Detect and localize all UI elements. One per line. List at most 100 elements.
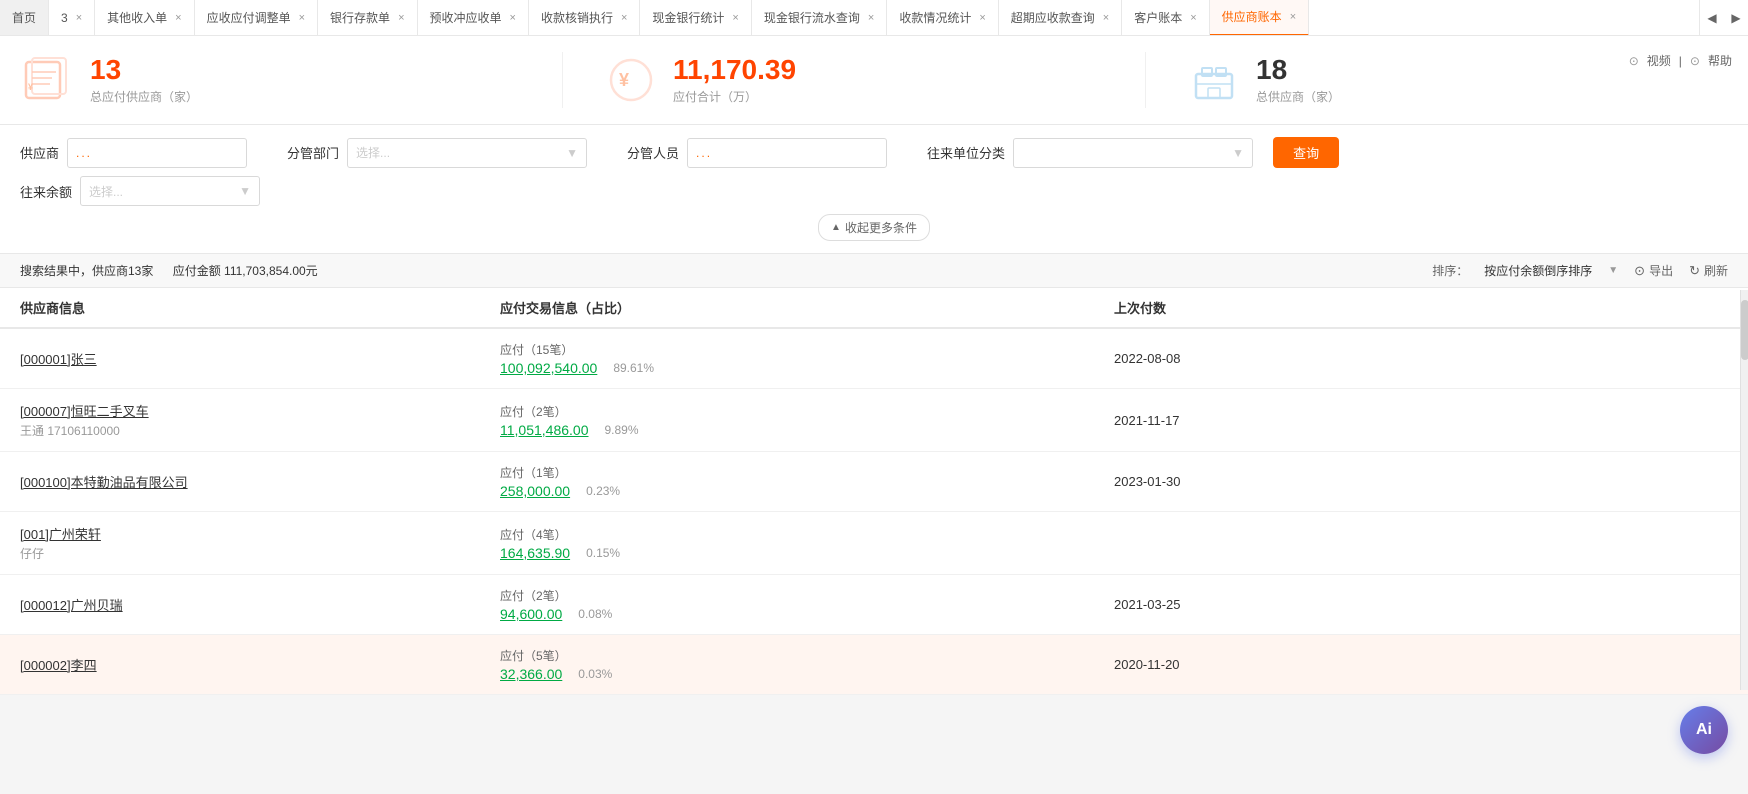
nav-tab-supplier-account[interactable]: 供应商账本 ×: [1210, 0, 1309, 36]
overdue-query-label: 超期应收款查询: [1011, 9, 1095, 26]
nav-tab-home[interactable]: 首页: [0, 0, 49, 36]
dept-placeholder: 选择...: [356, 144, 390, 161]
tx-amount-6[interactable]: 32,366.00: [500, 666, 562, 682]
last-pay-1: 2022-08-08: [1114, 351, 1728, 366]
nav-tab-bank-deposit[interactable]: 银行存款单 ×: [318, 0, 417, 36]
summary-card-ap-amount: ¥ 11,170.39 应付合计（万）: [563, 52, 1146, 108]
tx-amount-3[interactable]: 258,000.00: [500, 483, 570, 499]
help-link[interactable]: 帮助: [1708, 52, 1732, 69]
export-icon: ⊙: [1634, 263, 1645, 279]
ap-suppliers-info: 13 总应付供应商（家）: [90, 56, 198, 105]
nav-tab-receipt-stat[interactable]: 收款情况统计 ×: [887, 0, 998, 36]
close-supplier-account-icon[interactable]: ×: [1290, 11, 1296, 23]
export-button[interactable]: ⊙ 导出: [1634, 262, 1673, 279]
close-tab3-icon[interactable]: ×: [76, 12, 82, 24]
advance-offset-label: 预收冲应收单: [430, 9, 502, 26]
refresh-button[interactable]: ↻ 刷新: [1689, 262, 1728, 279]
dept-filter-select[interactable]: 选择... ▼: [347, 138, 587, 168]
tx-percent-5: 0.08%: [578, 607, 612, 621]
ap-suppliers-icon: ¥: [20, 52, 76, 108]
supplier-info-1: [000001]张三: [20, 349, 500, 368]
supplier-link-3[interactable]: [000100]本特勤油品有限公司: [20, 472, 500, 491]
nav-tab-receipt-exec[interactable]: 收款核销执行 ×: [529, 0, 640, 36]
filter-item-person: 分管人员 ...: [627, 138, 887, 168]
dept-arrow-icon: ▼: [566, 146, 578, 160]
supplier-link-4[interactable]: [001]广州荣轩: [20, 524, 500, 543]
total-suppliers-number: 18: [1256, 56, 1340, 84]
tx-info-5: 应付（2笔） 94,600.00 0.08%: [500, 587, 1114, 622]
table-row: [000002]李四 应付（5笔） 32,366.00 0.03% 2020-1…: [0, 635, 1748, 695]
ap-amount-label: 应付合计（万）: [673, 88, 796, 105]
result-actions: 排序： 按应付余额倒序排序 ▼ ⊙ 导出 ↻ 刷新: [1432, 262, 1728, 279]
nav-tab-customer-account[interactable]: 客户账本 ×: [1122, 0, 1209, 36]
tx-amount-5[interactable]: 94,600.00: [500, 606, 562, 622]
ap-suppliers-label: 总应付供应商（家）: [90, 88, 198, 105]
nav-tab-ap-adjust[interactable]: 应收应付调整单 ×: [195, 0, 318, 36]
supplier-filter-input[interactable]: ...: [67, 138, 247, 168]
close-cash-bank-stat-icon[interactable]: ×: [732, 12, 738, 24]
close-receipt-exec-icon[interactable]: ×: [621, 12, 627, 24]
tx-info-2: 应付（2笔） 11,051,486.00 9.89%: [500, 403, 1114, 438]
supplier-link-5[interactable]: [000012]广州贝瑞: [20, 595, 500, 614]
balance-filter-select[interactable]: 选择... ▼: [80, 176, 260, 206]
nav-next-button[interactable]: ▶: [1724, 0, 1748, 36]
result-amount: 应付金额 111,703,854.00元: [173, 264, 318, 278]
svg-text:¥: ¥: [28, 82, 33, 92]
tx-label-4: 应付（4笔）: [500, 526, 1114, 543]
cash-bank-stat-label: 现金银行统计: [652, 9, 724, 26]
person-filter-input[interactable]: ...: [687, 138, 887, 168]
close-receipt-stat-icon[interactable]: ×: [979, 12, 985, 24]
result-info: 搜索结果中，供应商13家 应付金额 111,703,854.00元: [20, 262, 334, 279]
sort-value-button[interactable]: 按应付余额倒序排序: [1484, 262, 1592, 279]
close-overdue-query-icon[interactable]: ×: [1103, 12, 1109, 24]
ap-amount-info: 11,170.39 应付合计（万）: [673, 56, 796, 105]
nav-prev-button[interactable]: ◀: [1700, 0, 1724, 36]
tx-label-5: 应付（2笔）: [500, 587, 1114, 604]
ai-assistant-button[interactable]: Ai: [1680, 706, 1728, 754]
nav-tab-cash-bank-stat[interactable]: 现金银行统计 ×: [640, 0, 751, 36]
supplier-link-1[interactable]: [000001]张三: [20, 349, 500, 368]
tx-info-1: 应付（15笔） 100,092,540.00 89.61%: [500, 341, 1114, 376]
nav-tab-advance-offset[interactable]: 预收冲应收单 ×: [418, 0, 529, 36]
last-pay-6: 2020-11-20: [1114, 657, 1728, 672]
tx-amount-1[interactable]: 100,092,540.00: [500, 360, 597, 376]
filter-item-supplier: 供应商 ...: [20, 138, 247, 168]
nav-tab-other-income[interactable]: 其他收入单 ×: [95, 0, 194, 36]
tx-info-6: 应付（5笔） 32,366.00 0.03%: [500, 647, 1114, 682]
close-ap-adjust-icon[interactable]: ×: [299, 12, 305, 24]
tx-amount-2[interactable]: 11,051,486.00: [500, 422, 589, 438]
supplier-info-2: [000007]恒旺二手叉车 王通 17106110000: [20, 401, 500, 439]
close-other-income-icon[interactable]: ×: [175, 12, 181, 24]
tab3-label: 3: [61, 11, 68, 25]
tx-percent-4: 0.15%: [586, 546, 620, 560]
supplier-link-6[interactable]: [000002]李四: [20, 655, 500, 674]
tx-percent-6: 0.03%: [578, 667, 612, 681]
close-customer-account-icon[interactable]: ×: [1190, 12, 1196, 24]
table-row: [000001]张三 应付（15笔） 100,092,540.00 89.61%…: [0, 329, 1748, 389]
close-bank-deposit-icon[interactable]: ×: [398, 12, 404, 24]
scrollbar[interactable]: [1740, 290, 1748, 690]
nav-tab-cash-flow[interactable]: 现金银行流水查询 ×: [752, 0, 887, 36]
tx-row-2: 11,051,486.00 9.89%: [500, 422, 1114, 438]
last-pay-2: 2021-11-17: [1114, 413, 1728, 428]
filter-row-1: 供应商 ... 分管部门 选择... ▼ 分管人员 ... 往来单位分类 ▼: [20, 137, 1728, 168]
tx-label-6: 应付（5笔）: [500, 647, 1114, 664]
query-button[interactable]: 查询: [1273, 137, 1339, 168]
close-cash-flow-icon[interactable]: ×: [868, 12, 874, 24]
supplier-link-2[interactable]: [000007]恒旺二手叉车: [20, 401, 500, 420]
total-suppliers-icon: [1186, 52, 1242, 108]
ap-suppliers-number: 13: [90, 56, 198, 84]
video-link[interactable]: 视频: [1647, 52, 1671, 69]
nav-arrows: ◀ ▶: [1699, 0, 1748, 36]
collapse-chevron-icon: ▲: [831, 222, 841, 233]
table-row: [000007]恒旺二手叉车 王通 17106110000 应付（2笔） 11,…: [0, 389, 1748, 452]
tx-percent-3: 0.23%: [586, 484, 620, 498]
close-advance-offset-icon[interactable]: ×: [510, 12, 516, 24]
category-filter-select[interactable]: ▼: [1013, 138, 1253, 168]
scrollbar-thumb[interactable]: [1741, 300, 1748, 360]
receipt-exec-label: 收款核销执行: [541, 9, 613, 26]
nav-tab-overdue-query[interactable]: 超期应收款查询 ×: [999, 0, 1122, 36]
collapse-button[interactable]: ▲ 收起更多条件: [818, 214, 930, 241]
nav-tab-3[interactable]: 3 ×: [49, 0, 95, 36]
tx-amount-4[interactable]: 164,635.90: [500, 545, 570, 561]
